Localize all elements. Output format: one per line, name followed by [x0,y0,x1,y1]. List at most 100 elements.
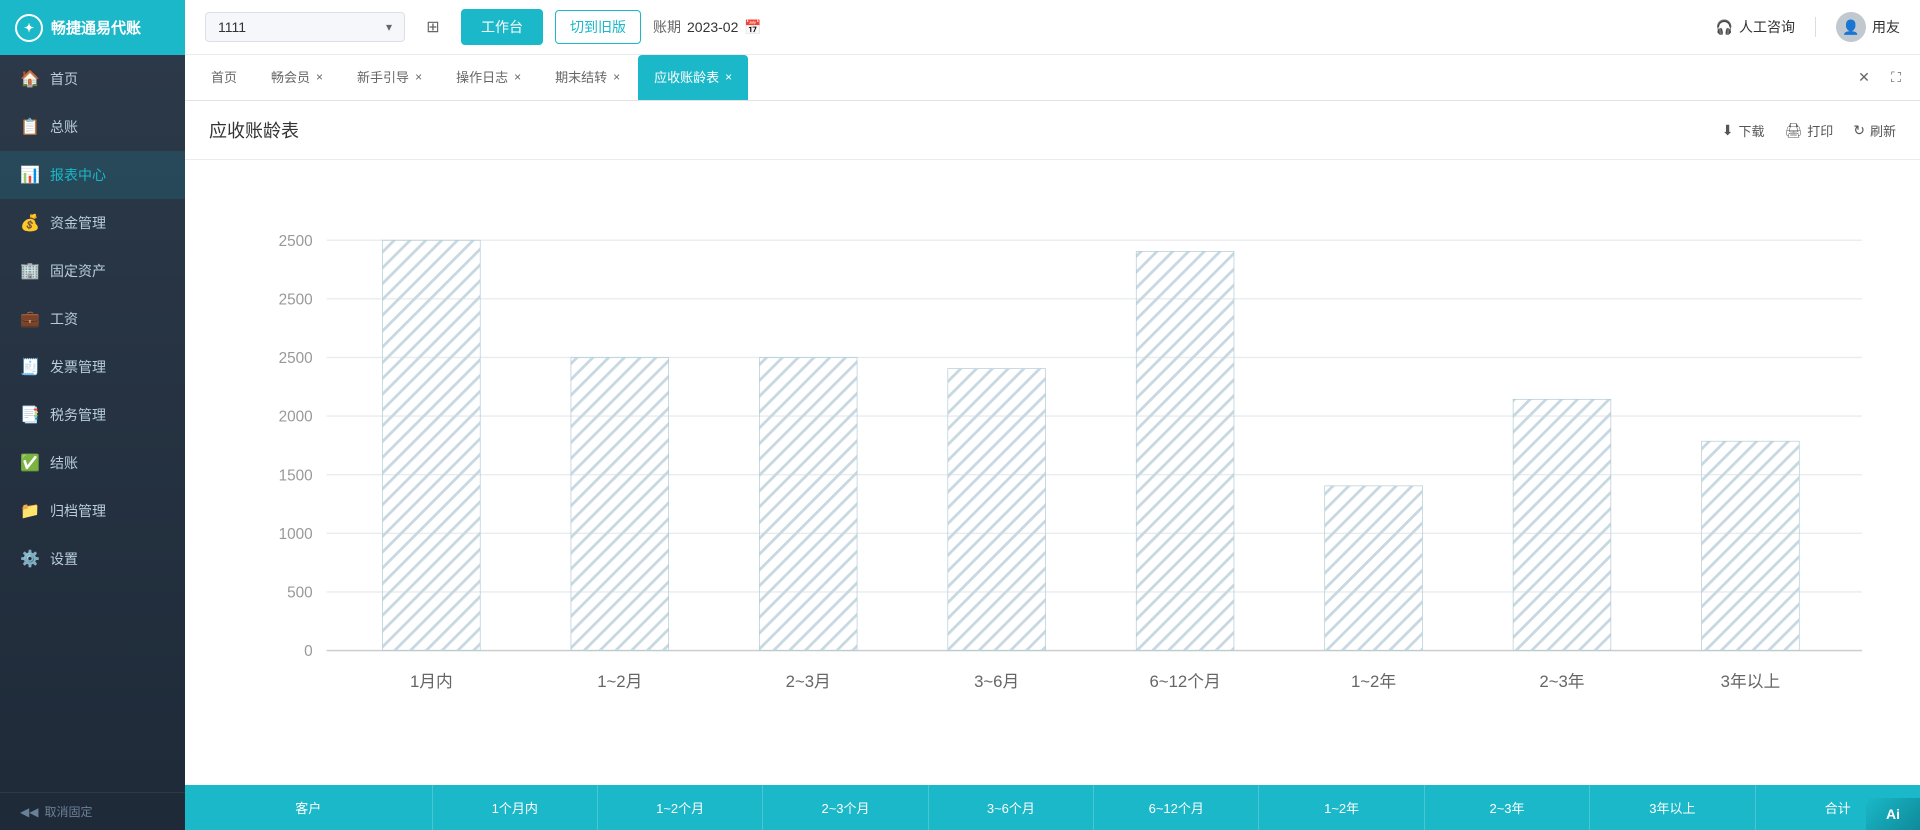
sidebar-item-label: 发票管理 [50,357,106,377]
user-avatar: 👤 [1836,12,1866,42]
table-header-cell-4: 3~6个月 [929,785,1094,830]
print-button[interactable]: 🖨 打印 [1784,121,1833,140]
table-header-cell-1: 1个月内 [433,785,598,830]
svg-text:0: 0 [304,643,313,660]
tab-label: 新手引导 [357,67,409,86]
print-icon: 🖨 [1784,122,1802,139]
sidebar-item-发票管理[interactable]: 🧾 发票管理 [0,343,185,391]
sidebar-icon: 💰 [20,213,40,233]
print-label: 打印 [1807,121,1833,140]
svg-text:3年以上: 3年以上 [1721,672,1781,691]
sidebar: ✦ 畅捷通易代账 🏠 首页📋 总账📊 报表中心💰 资金管理🏢 固定资产💼 工资🧾 [0,0,185,830]
period-area: 账期 2023-02 📅 [653,17,762,37]
copy-button[interactable]: ⊞ [417,11,449,43]
header-right: 🎧 人工咨询 👤 用友 [1716,12,1900,42]
refresh-button[interactable]: ↻ 刷新 [1853,121,1896,140]
tab-label: 操作日志 [456,67,508,86]
download-button[interactable]: ⬇ 下载 [1722,121,1765,140]
tab-label: 应收账龄表 [654,67,719,86]
tab-close-icon[interactable]: × [316,71,323,83]
sidebar-item-报表中心[interactable]: 📊 报表中心 [0,151,185,199]
tab-新手引导[interactable]: 新手引导 × [341,55,438,100]
sidebar-item-资金管理[interactable]: 💰 资金管理 [0,199,185,247]
svg-text:2~3月: 2~3月 [786,672,831,691]
sidebar-item-固定资产[interactable]: 🏢 固定资产 [0,247,185,295]
table-header-cell-2: 1~2个月 [598,785,763,830]
tab-close-icon[interactable]: × [415,71,422,83]
company-selector[interactable]: 1111 ▾ [205,12,405,42]
sidebar-item-首页[interactable]: 🏠 首页 [0,55,185,103]
tab-首页[interactable]: 首页 [195,55,253,100]
sidebar-item-label: 归档管理 [50,501,106,521]
svg-text:2~3年: 2~3年 [1539,672,1584,691]
sidebar-item-label: 设置 [50,549,78,569]
consult-button[interactable]: 🎧 人工咨询 [1716,17,1795,37]
tab-操作日志[interactable]: 操作日志 × [440,55,537,100]
tabs-bar: 首页畅会员×新手引导×操作日志×期末结转×应收账龄表× ✕ ⛶ [185,55,1920,101]
app-name: 畅捷通易代账 [51,17,141,38]
svg-text:3~6月: 3~6月 [974,672,1019,691]
calendar-icon[interactable]: 📅 [744,19,761,36]
tab-应收账龄表[interactable]: 应收账龄表 × [638,55,748,100]
tab-close-icon[interactable]: × [514,71,521,83]
sidebar-item-label: 结账 [50,453,78,473]
sidebar-icon: 📁 [20,501,40,521]
page-header: 应收账龄表 ⬇ 下载 🖨 打印 ↻ 刷新 [185,101,1920,160]
sidebar-icon: 📋 [20,117,40,137]
user-name: 用友 [1872,17,1900,37]
user-menu[interactable]: 👤 用友 [1836,12,1900,42]
sidebar-pin-toggle[interactable]: ◀◀ 取消固定 [0,792,185,830]
ai-badge[interactable]: Ai [1866,798,1920,830]
table-header-cell-8: 3年以上 [1590,785,1755,830]
sidebar-item-label: 报表中心 [50,165,106,185]
sidebar-icon: 🏠 [20,69,40,89]
workbench-button[interactable]: 工作台 [461,9,543,45]
sidebar-item-总账[interactable]: 📋 总账 [0,103,185,151]
table-header: 客户1个月内1~2个月2~3个月3~6个月6~12个月1~2年2~3年3年以上合… [185,785,1920,830]
svg-text:2000: 2000 [279,409,313,426]
sidebar-icon: ✅ [20,453,40,473]
page-content: 应收账龄表 ⬇ 下载 🖨 打印 ↻ 刷新 [185,101,1920,830]
refresh-label: 刷新 [1870,121,1896,140]
tab-期末结转[interactable]: 期末结转× [539,55,636,100]
svg-text:1~2月: 1~2月 [597,672,642,691]
svg-text:1500: 1500 [279,467,313,484]
header-divider [1815,17,1816,37]
sidebar-item-工资[interactable]: 💼 工资 [0,295,185,343]
tab-close-icon[interactable]: × [725,71,732,83]
sidebar-item-归档管理[interactable]: 📁 归档管理 [0,487,185,535]
ai-label: Ai [1886,806,1900,822]
pin-label: 取消固定 [44,803,92,820]
period-label: 账期 [653,17,681,37]
tab-畅会员[interactable]: 畅会员 × [255,55,339,100]
tab-label: 畅会员 [271,67,310,86]
main-area: 1111 ▾ ⊞ 工作台 切到旧版 账期 2023-02 📅 🎧 人工咨询 👤 … [185,0,1920,830]
table-header-cell-3: 2~3个月 [763,785,928,830]
svg-text:1月内: 1月内 [410,672,453,691]
refresh-icon: ↻ [1853,122,1865,139]
switch-version-button[interactable]: 切到旧版 [555,10,641,44]
app-logo: ✦ 畅捷通易代账 [0,0,185,55]
period-value: 2023-02 [687,19,738,35]
sidebar-item-label: 资金管理 [50,213,106,233]
table-header-cell-5: 6~12个月 [1094,785,1259,830]
sidebar-item-label: 税务管理 [50,405,106,425]
headset-icon: 🎧 [1716,19,1733,36]
consult-label: 人工咨询 [1739,17,1795,37]
sidebar-item-设置[interactable]: ⚙️ 设置 [0,535,185,583]
tabs-actions: ✕ ⛶ [1850,64,1910,92]
table-header-cell-6: 1~2年 [1259,785,1424,830]
sidebar-item-结账[interactable]: ✅ 结账 [0,439,185,487]
svg-text:1~2年: 1~2年 [1351,672,1396,691]
svg-text:6~12个月: 6~12个月 [1149,672,1220,691]
table-header-cell-0: 客户 [185,785,433,830]
sidebar-item-税务管理[interactable]: 📑 税务管理 [0,391,185,439]
tab-close-icon[interactable]: × [613,71,620,83]
chart-area: 2500 2500 2500 2000 1500 1000 500 0 [185,160,1920,785]
expand-button[interactable]: ⛶ [1882,64,1910,92]
close-tab-button[interactable]: ✕ [1850,64,1878,92]
svg-text:1000: 1000 [279,526,313,543]
pin-icon: ◀◀ [20,805,38,819]
page-actions: ⬇ 下载 🖨 打印 ↻ 刷新 [1722,121,1896,140]
company-name: 1111 [218,19,378,35]
